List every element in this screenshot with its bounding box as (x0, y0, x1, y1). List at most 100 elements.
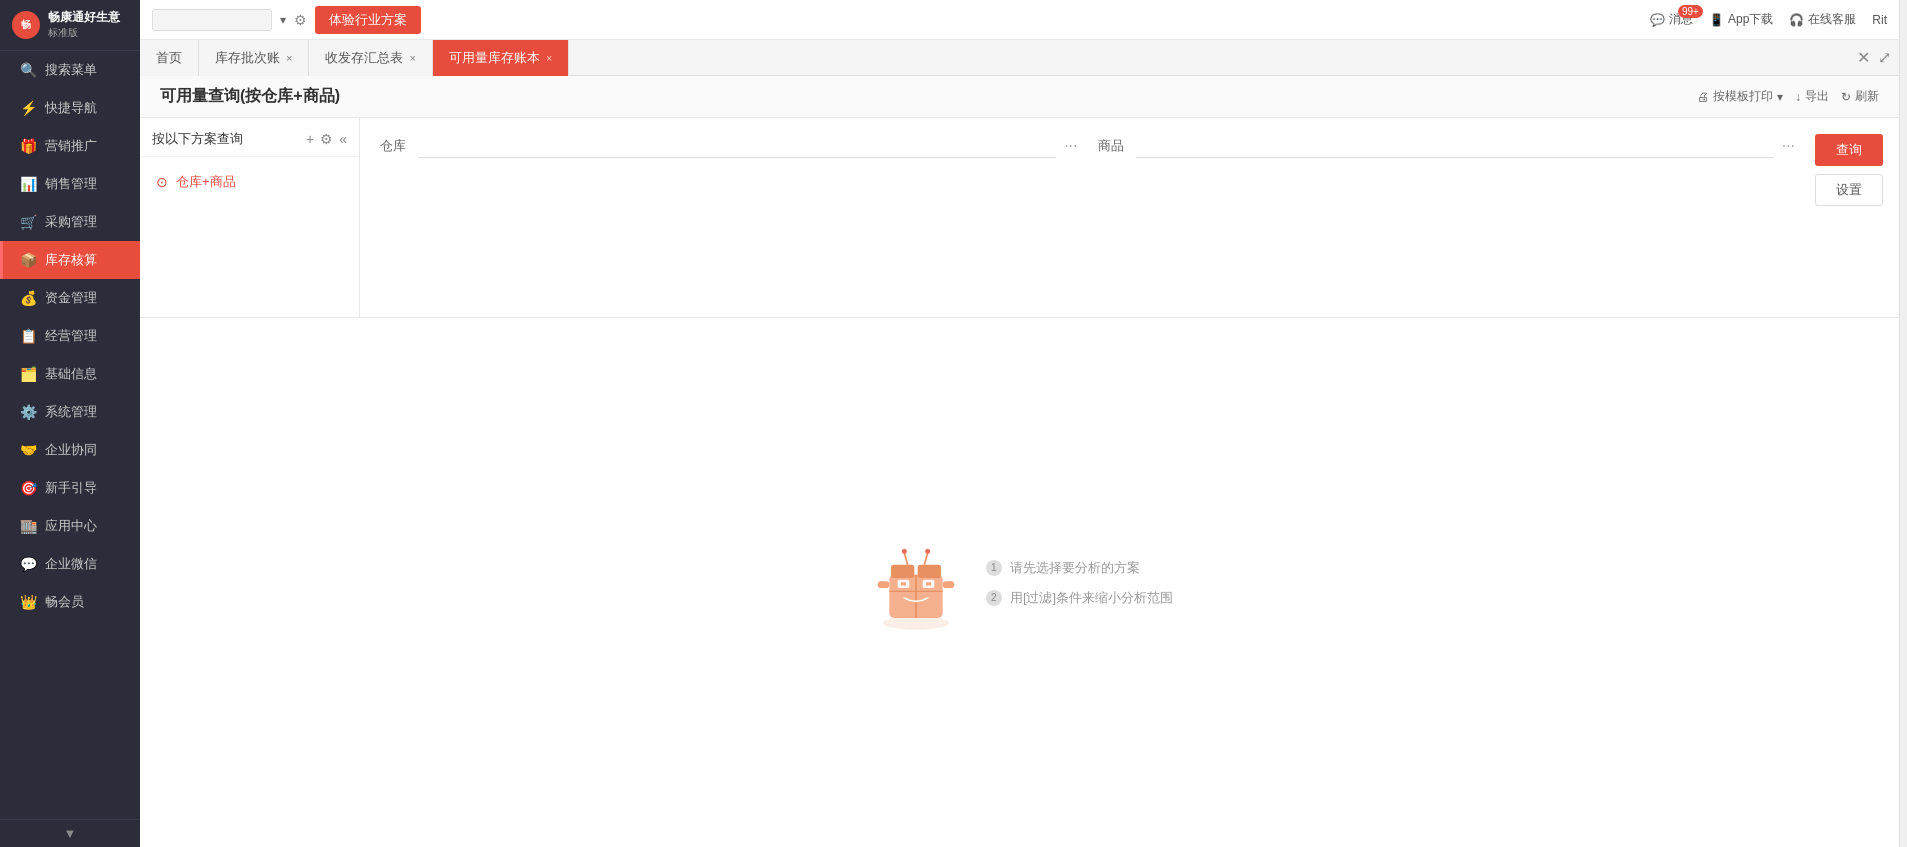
refresh-label: 刷新 (1855, 88, 1879, 105)
sidebar-item-icon-search: 🔍 (19, 62, 37, 78)
tip-num-2: 2 (986, 590, 1002, 606)
topbar-message-btn[interactable]: 💬 消息 99+ (1650, 11, 1693, 28)
sidebar: 畅 畅康通好生意 标准版 🔍 搜索菜单 ⚡ 快捷导航 🎁 营销推广 📊 销售管理… (0, 0, 140, 847)
message-badge: 99+ (1678, 5, 1703, 18)
tab-batch-label: 库存批次账 (215, 49, 280, 67)
tab-summary[interactable]: 收发存汇总表 × (309, 40, 432, 76)
sidebar-item-inventory[interactable]: 📦 库存核算 (0, 241, 140, 279)
sidebar-item-search[interactable]: 🔍 搜索菜单 (0, 51, 140, 89)
tab-available[interactable]: 可用量库存账本 × (433, 40, 569, 76)
sidebar-item-icon-enterprise: 🤝 (19, 442, 37, 458)
topbar-industry-button[interactable]: 体验行业方案 (315, 6, 421, 34)
empty-tips: 1 请先选择要分析的方案 2 用[过滤]条件来缩小分析范围 (986, 559, 1173, 607)
scheme-collapse-icon[interactable]: « (339, 131, 347, 147)
action-panel: 查询 设置 (1815, 118, 1899, 317)
tab-expand-btn[interactable]: ⤢ (1878, 48, 1891, 67)
sidebar-item-icon-member: 👑 (19, 594, 37, 610)
page-title: 可用量查询(按仓库+商品) (160, 86, 340, 107)
topbar-dropdown-icon[interactable]: ▾ (280, 13, 286, 27)
sidebar-item-label-purchase: 采购管理 (45, 213, 97, 231)
filter-settings-button[interactable]: 设置 (1815, 174, 1883, 206)
filter-goods-field: 商品 ··· (1098, 134, 1796, 158)
scheme-item-warehouse-goods[interactable]: ⊙ 仓库+商品 (140, 165, 359, 199)
sidebar-item-label-basic: 基础信息 (45, 365, 97, 383)
sidebar-item-icon-system: ⚙️ (19, 404, 37, 420)
tab-home-label: 首页 (156, 49, 182, 67)
print-label: 按模板打印 (1713, 88, 1773, 105)
topbar-service-btn[interactable]: 🎧 在线客服 (1789, 11, 1856, 28)
sidebar-item-icon-sales: 📊 (19, 176, 37, 192)
filter-goods-more[interactable]: ··· (1782, 137, 1795, 155)
tab-close-btn[interactable]: ✕ (1857, 48, 1870, 67)
scheme-add-icon[interactable]: + (306, 131, 314, 147)
topbar-app-btn[interactable]: 📱 App下载 (1709, 11, 1773, 28)
empty-tip-1: 1 请先选择要分析的方案 (986, 559, 1173, 577)
sidebar-item-operation[interactable]: 📋 经营管理 (0, 317, 140, 355)
filter-warehouse-input[interactable] (418, 134, 1056, 158)
sidebar-item-marketing[interactable]: 🎁 营销推广 (0, 127, 140, 165)
app-label: App下载 (1728, 11, 1773, 28)
scheme-settings-icon[interactable]: ⚙ (320, 131, 333, 147)
sidebar-item-wechat[interactable]: 💬 企业微信 (0, 545, 140, 583)
sidebar-item-sales[interactable]: 📊 销售管理 (0, 165, 140, 203)
refresh-btn[interactable]: ↻ 刷新 (1841, 88, 1879, 105)
sidebar-item-newbie[interactable]: 🎯 新手引导 (0, 469, 140, 507)
print-dropdown-icon[interactable]: ▾ (1777, 90, 1783, 104)
tab-home[interactable]: 首页 (140, 40, 199, 76)
refresh-icon: ↻ (1841, 90, 1851, 104)
sidebar-item-finance[interactable]: 💰 资金管理 (0, 279, 140, 317)
scheme-panel-title: 按以下方案查询 (152, 130, 243, 148)
tab-summary-close[interactable]: × (409, 52, 415, 64)
sidebar-item-label-sales: 销售管理 (45, 175, 97, 193)
sidebar-item-enterprise[interactable]: 🤝 企业协同 (0, 431, 140, 469)
sidebar-item-icon-purchase: 🛒 (19, 214, 37, 230)
svg-line-12 (904, 553, 907, 565)
print-btn[interactable]: 🖨 按模板打印 ▾ (1697, 88, 1783, 105)
tab-batch[interactable]: 库存批次账 × (199, 40, 309, 76)
topbar-search-input[interactable] (152, 9, 272, 31)
main-area: ▾ ⚙ 体验行业方案 💬 消息 99+ 📱 App下载 🎧 在线客服 Rit (140, 0, 1899, 847)
sidebar-item-icon-finance: 💰 (19, 290, 37, 306)
sidebar-item-label-finance: 资金管理 (45, 289, 97, 307)
sidebar-scroll-down[interactable]: ▼ (0, 819, 140, 847)
page-header-actions: 🖨 按模板打印 ▾ ↓ 导出 ↻ 刷新 (1697, 88, 1879, 105)
topbar-gear-icon[interactable]: ⚙ (294, 12, 307, 28)
svg-line-14 (924, 553, 927, 565)
sidebar-item-shortcut[interactable]: ⚡ 快捷导航 (0, 89, 140, 127)
svg-rect-8 (901, 582, 906, 585)
sidebar-title: 畅康通好生意 (48, 10, 120, 26)
scheme-panel-header: 按以下方案查询 + ⚙ « (140, 130, 359, 157)
export-btn[interactable]: ↓ 导出 (1795, 88, 1829, 105)
service-label: 在线客服 (1808, 11, 1856, 28)
scheme-panel-actions: + ⚙ « (306, 131, 347, 147)
sidebar-item-basic[interactable]: 🗂️ 基础信息 (0, 355, 140, 393)
sidebar-item-member[interactable]: 👑 畅会员 (0, 583, 140, 621)
app-icon: 📱 (1709, 13, 1724, 27)
empty-illustration (866, 533, 966, 633)
sidebar-item-label-marketing: 营销推广 (45, 137, 97, 155)
sidebar-item-icon-basic: 🗂️ (19, 366, 37, 382)
filter-row-1: 仓库 ··· 商品 ··· (380, 134, 1795, 158)
sidebar-subtitle: 标准版 (48, 26, 120, 40)
sidebar-item-icon-appstore: 🏬 (19, 518, 37, 534)
page-content: 可用量查询(按仓库+商品) 🖨 按模板打印 ▾ ↓ 导出 ↻ 刷新 (140, 76, 1899, 847)
sidebar-item-icon-operation: 📋 (19, 328, 37, 344)
filter-warehouse-more[interactable]: ··· (1064, 137, 1077, 155)
filter-panel: 仓库 ··· 商品 ··· (360, 118, 1815, 317)
tip-num-1: 1 (986, 560, 1002, 576)
filter-goods-input[interactable] (1136, 134, 1774, 158)
topbar-user-btn[interactable]: Rit (1872, 13, 1887, 27)
svg-rect-10 (878, 581, 890, 588)
sidebar-item-icon-shortcut: ⚡ (19, 100, 37, 116)
query-button[interactable]: 查询 (1815, 134, 1883, 166)
sidebar-item-purchase[interactable]: 🛒 采购管理 (0, 203, 140, 241)
sidebar-item-icon-inventory: 📦 (19, 252, 37, 268)
sidebar-header: 畅 畅康通好生意 标准版 (0, 0, 140, 51)
svg-rect-11 (943, 581, 955, 588)
sidebar-item-appstore[interactable]: 🏬 应用中心 (0, 507, 140, 545)
sidebar-item-label-wechat: 企业微信 (45, 555, 97, 573)
sidebar-item-system[interactable]: ⚙️ 系统管理 (0, 393, 140, 431)
tab-batch-close[interactable]: × (286, 52, 292, 64)
tab-available-close[interactable]: × (546, 52, 552, 64)
filter-warehouse-label: 仓库 (380, 137, 410, 155)
